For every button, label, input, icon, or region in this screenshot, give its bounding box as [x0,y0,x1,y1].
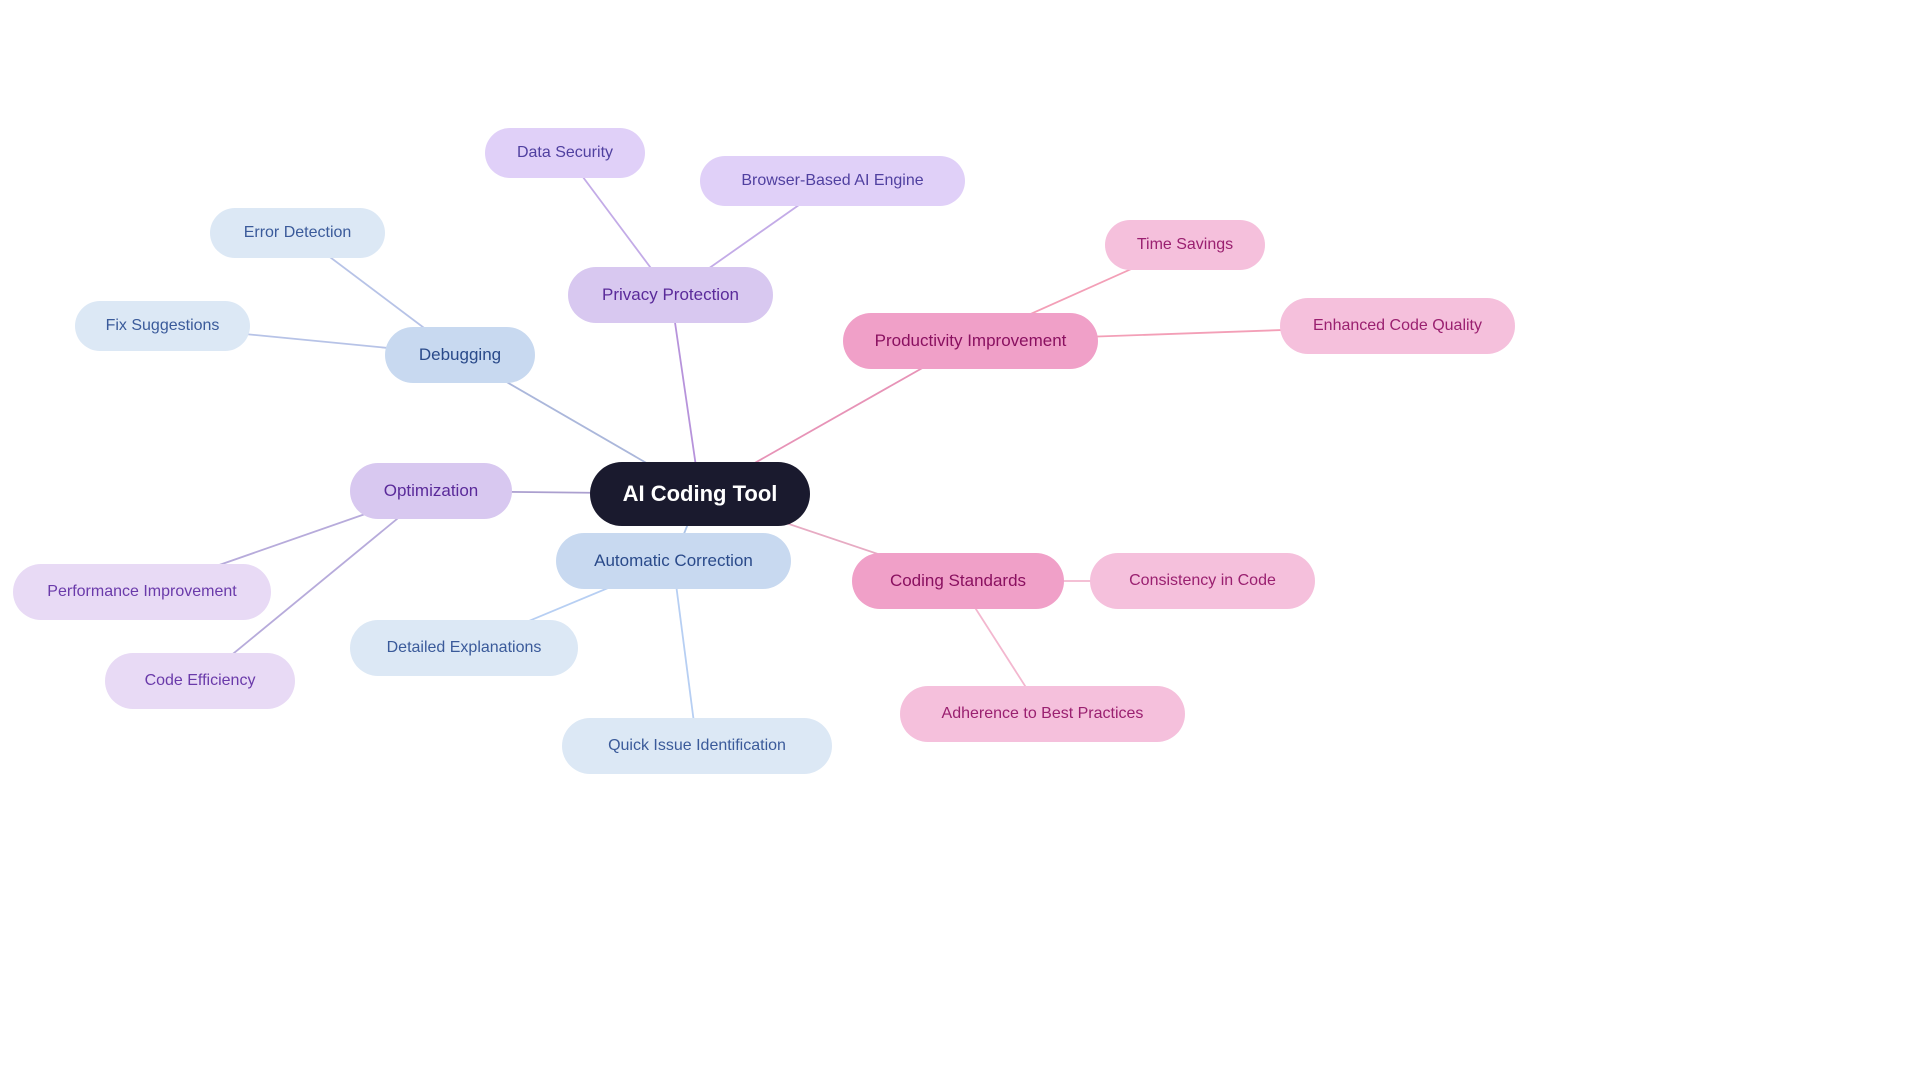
node-adherence: Adherence to Best Practices [900,686,1185,742]
node-fix-suggestions: Fix Suggestions [75,301,250,351]
node-consistency: Consistency in Code [1090,553,1315,609]
node-quick-issue: Quick Issue Identification [562,718,832,774]
node-data-security: Data Security [485,128,645,178]
node-browser-based: Browser-Based AI Engine [700,156,965,206]
node-optimization: Optimization [350,463,512,519]
node-code-efficiency: Code Efficiency [105,653,295,709]
node-debugging: Debugging [385,327,535,383]
node-coding-standards: Coding Standards [852,553,1064,609]
node-error-detection: Error Detection [210,208,385,258]
node-automatic-correction: Automatic Correction [556,533,791,589]
center-node: AI Coding Tool [590,462,810,526]
node-time-savings: Time Savings [1105,220,1265,270]
node-productivity: Productivity Improvement [843,313,1098,369]
node-enhanced-code-quality: Enhanced Code Quality [1280,298,1515,354]
node-privacy-protection: Privacy Protection [568,267,773,323]
node-performance: Performance Improvement [13,564,271,620]
node-detailed-explanations: Detailed Explanations [350,620,578,676]
